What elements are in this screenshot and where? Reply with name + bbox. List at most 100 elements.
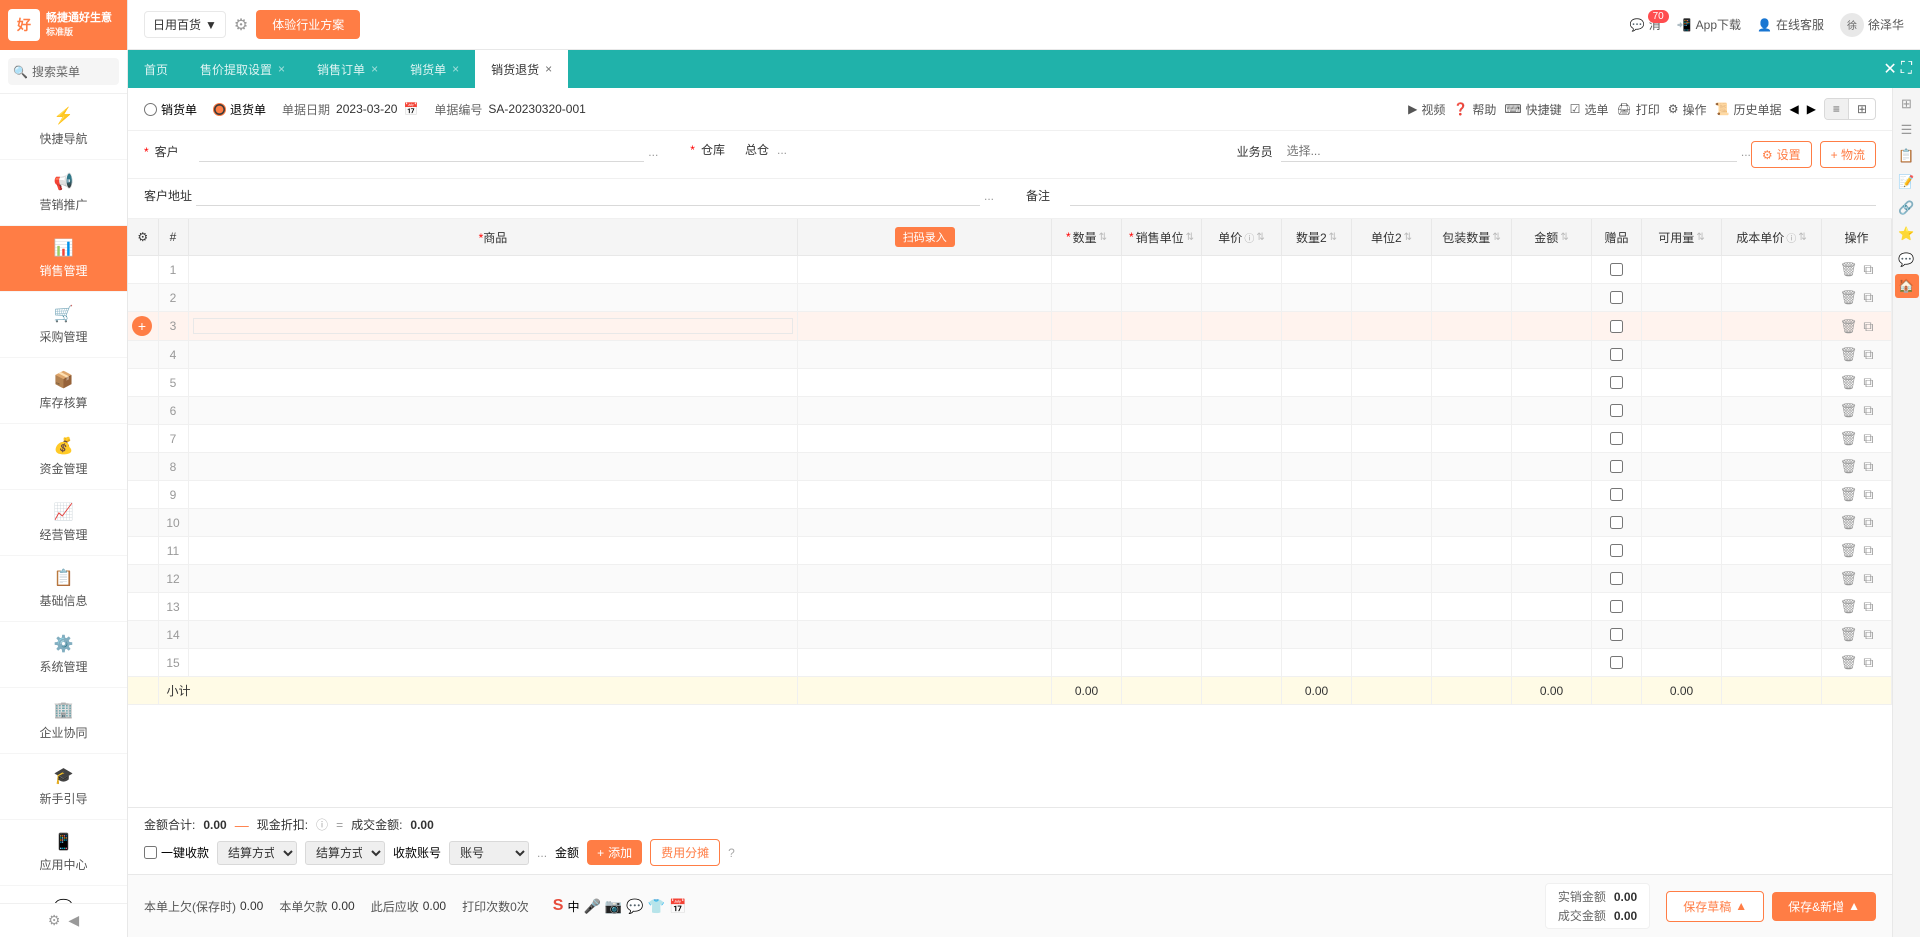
copy-row-icon[interactable]: ⧉ (1863, 514, 1873, 531)
radio-sale-out[interactable]: 销货单 (144, 101, 197, 118)
one-click-pay-checkbox[interactable]: 一键收款 (144, 844, 209, 861)
add-payment-button[interactable]: + 添加 (587, 840, 642, 865)
account-select[interactable]: 账号 (449, 841, 529, 865)
delete-row-icon[interactable]: 🗑 (1840, 654, 1858, 671)
messages-button[interactable]: 💬 消 70 (1630, 16, 1661, 33)
user-profile-button[interactable]: 徐 徐泽华 (1840, 13, 1904, 37)
video-btn[interactable]: ▶ 视频 (1408, 101, 1445, 118)
radio-sale-out-input[interactable] (144, 103, 157, 116)
copy-row-icon[interactable]: ⧉ (1863, 402, 1873, 419)
delete-row-icon[interactable]: 🗑 (1840, 458, 1858, 475)
gift-checkbox[interactable] (1610, 404, 1623, 417)
goods-input[interactable] (193, 263, 794, 277)
save-new-button[interactable]: 保存&新增 ▲ (1772, 892, 1876, 921)
customer-input[interactable] (199, 141, 645, 162)
online-service-button[interactable]: 👤 在线客服 (1757, 16, 1824, 33)
sidebar-item-sales[interactable]: 📊 销售管理 (0, 226, 127, 292)
copy-row-icon[interactable]: ⧉ (1863, 261, 1873, 278)
tab-sale-order-close[interactable]: × (371, 62, 378, 76)
sidebar-item-shortcut[interactable]: ⚡ 快捷导航 (0, 94, 127, 160)
select-btn[interactable]: ☑ 选单 (1570, 101, 1609, 118)
delete-row-icon[interactable]: 🗑 (1840, 430, 1858, 447)
delete-row-icon[interactable]: 🗑 (1840, 346, 1858, 363)
sidebar-item-appstore[interactable]: 📱 应用中心 (0, 820, 127, 886)
app-download-button[interactable]: 📲 App下载 (1677, 16, 1741, 33)
gift-checkbox[interactable] (1610, 291, 1623, 304)
delete-row-icon[interactable]: 🗑 (1840, 542, 1858, 559)
gift-checkbox[interactable] (1610, 320, 1623, 333)
gift-checkbox[interactable] (1610, 432, 1623, 445)
qty2-cell[interactable] (1282, 256, 1352, 284)
delete-row-icon[interactable]: 🗑 (1840, 261, 1858, 278)
unit-cell[interactable] (1122, 256, 1202, 284)
gift-checkbox[interactable] (1610, 656, 1623, 669)
gift-checkbox[interactable] (1610, 460, 1623, 473)
th-settings[interactable]: ⚙ (128, 219, 158, 256)
rq-btn-3[interactable]: 📋 (1895, 144, 1919, 168)
rq-btn-4[interactable]: 📝 (1895, 170, 1919, 194)
amount-cell[interactable] (1512, 256, 1592, 284)
rq-btn-6[interactable]: ⭐ (1895, 222, 1919, 246)
tab-sale-price-close[interactable]: × (278, 62, 285, 76)
logistics-btn[interactable]: + 物流 (1820, 141, 1876, 168)
gift-checkbox[interactable] (1610, 516, 1623, 529)
discount-info-icon[interactable]: ⓘ (316, 816, 328, 833)
sidebar-item-system[interactable]: ⚙️ 系统管理 (0, 622, 127, 688)
customer-dots[interactable]: ... (648, 145, 658, 159)
rq-btn-2[interactable]: ☰ (1895, 118, 1919, 142)
view-grid-btn[interactable]: ⊞ (1849, 99, 1875, 119)
goods-input-active[interactable] (193, 318, 794, 334)
copy-row-icon[interactable]: ⧉ (1863, 289, 1873, 306)
tab-sale-out[interactable]: 销货单 × (394, 50, 475, 88)
gift-checkbox[interactable] (1610, 628, 1623, 641)
delete-row-icon[interactable]: 🗑 (1840, 570, 1858, 587)
sidebar-item-operations[interactable]: 📈 经营管理 (0, 490, 127, 556)
delete-row-icon[interactable]: 🗑 (1840, 598, 1858, 615)
delete-row-icon[interactable]: 🗑 (1840, 402, 1858, 419)
account-dots[interactable]: ... (537, 846, 547, 860)
copy-row-icon[interactable]: ⧉ (1863, 654, 1873, 671)
operate-btn[interactable]: ⚙ 操作 (1668, 101, 1707, 118)
topbar-settings-icon[interactable]: ⚙ (234, 15, 248, 35)
calc-method-select[interactable]: 结算方式 (305, 841, 385, 865)
copy-row-icon[interactable]: ⧉ (1863, 626, 1873, 643)
maximize-icon[interactable]: ⛶ (1901, 60, 1912, 78)
one-click-pay-input[interactable] (144, 846, 157, 859)
rq-btn-7[interactable]: 💬 (1895, 248, 1919, 272)
settle-method-select[interactable]: 结算方式 (217, 841, 297, 865)
gift-checkbox[interactable] (1610, 488, 1623, 501)
delete-row-icon[interactable]: 🗑 (1840, 626, 1858, 643)
pkg-cell[interactable] (1432, 256, 1512, 284)
sidebar-item-newbie[interactable]: 🎓 新手引导 (0, 754, 127, 820)
address-input[interactable] (196, 185, 980, 206)
gift-checkbox[interactable] (1610, 376, 1623, 389)
sidebar-item-marketing[interactable]: 📢 营销推广 (0, 160, 127, 226)
rq-btn-1[interactable]: ⊞ (1895, 92, 1919, 116)
settings-btn[interactable]: ⚙ 设置 (1751, 141, 1812, 168)
gift-checkbox[interactable] (1610, 263, 1623, 276)
scan-enter-button[interactable]: 扫码录入 (895, 227, 955, 247)
goods-cell[interactable] (188, 256, 798, 284)
tab-sale-return-close[interactable]: × (545, 62, 552, 76)
delete-row-icon[interactable]: 🗑 (1840, 514, 1858, 531)
tab-home[interactable]: 首页 (128, 50, 184, 88)
rq-btn-8[interactable]: 🏠 (1895, 274, 1919, 298)
delete-row-icon[interactable]: 🗑 (1840, 486, 1858, 503)
tab-sale-price[interactable]: 售价提取设置 × (184, 50, 301, 88)
unit2-cell[interactable] (1352, 256, 1432, 284)
add-row-button[interactable]: + (132, 316, 152, 336)
sidebar-item-finance[interactable]: 💰 资金管理 (0, 424, 127, 490)
copy-row-icon[interactable]: ⧉ (1863, 374, 1873, 391)
copy-row-icon[interactable]: ⧉ (1863, 570, 1873, 587)
tab-sale-out-close[interactable]: × (452, 62, 459, 76)
industry-selector[interactable]: 日用百货 ▼ (144, 11, 226, 38)
sidebar-item-enterprise[interactable]: 🏢 企业协同 (0, 688, 127, 754)
help-btn[interactable]: ❓ 帮助 (1453, 101, 1496, 118)
close-all-tabs-icon[interactable]: ✕ (1883, 59, 1896, 79)
sidebar-item-wechat[interactable]: 💬 企业微信 (0, 886, 127, 903)
copy-row-icon[interactable]: ⧉ (1863, 346, 1873, 363)
sidebar-item-inventory[interactable]: 📦 库存核算 (0, 358, 127, 424)
th-scan[interactable]: 扫码录入 (798, 219, 1052, 256)
tab-sale-return[interactable]: 销货退货 × (475, 50, 568, 88)
collapse-icon[interactable]: ◀ (68, 912, 79, 929)
